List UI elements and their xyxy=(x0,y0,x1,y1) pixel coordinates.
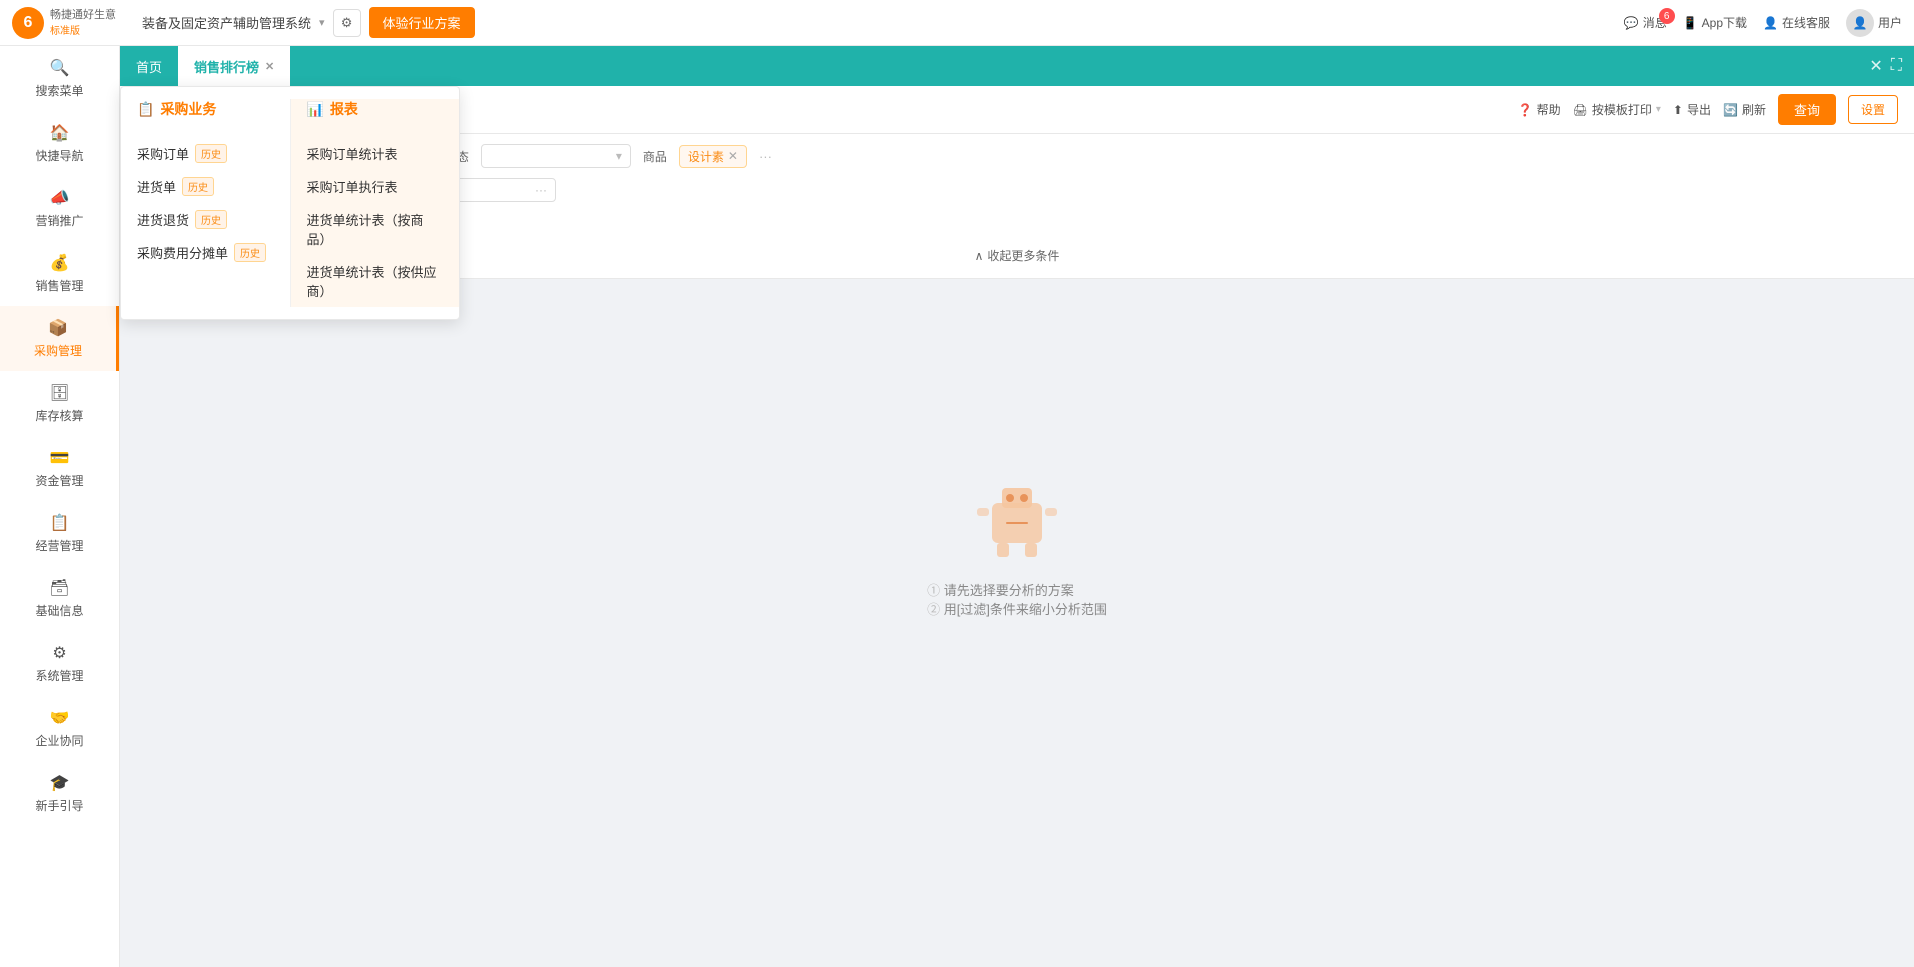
print-btn[interactable]: 🖨 按模板打印 ▾ xyxy=(1573,101,1661,118)
refresh-btn[interactable]: 🔄 刷新 xyxy=(1723,101,1766,118)
tab-maximize-btn[interactable]: ⛶ xyxy=(1891,57,1902,75)
empty-hint-1: ① 请先选择要分析的方案 xyxy=(927,580,1107,599)
dropdown-business-title: 📋 采购业务 xyxy=(137,99,274,125)
sidebar-item-finance[interactable]: 💳 资金管理 xyxy=(0,436,119,501)
logo-text: 畅捷通好生意 xyxy=(50,8,116,22)
finance-icon: 💳 xyxy=(50,448,70,468)
logo-badge: 标准版 xyxy=(50,22,116,37)
voucher-status-select[interactable]: ▾ xyxy=(481,144,631,168)
dropdown-col-report: 📊 报表 采购订单统计表 采购订单执行表 进货单统计表（按商品） 进货单统计表（… xyxy=(291,99,460,307)
money-icon: 💰 xyxy=(50,253,70,273)
industry-btn[interactable]: 体验行业方案 xyxy=(369,7,475,38)
basic-icon: 🗃 xyxy=(49,578,69,598)
sidebar-item-search[interactable]: 🔍 搜索菜单 xyxy=(0,46,119,111)
sidebar-item-basic[interactable]: 🗃 基础信息 xyxy=(0,566,119,631)
dropdown-item-purchase-order[interactable]: 采购订单 历史 xyxy=(137,137,274,170)
collapse-btn[interactable]: ∧ 收起更多条件 xyxy=(963,243,1072,268)
sidebar-item-system[interactable]: ⚙ 系统管理 xyxy=(0,631,119,696)
dropdown-item-purchase-order-exec[interactable]: 采购订单执行表 xyxy=(307,170,444,203)
dropdown-item-expense[interactable]: 采购费用分摊单 历史 xyxy=(137,236,274,269)
avatar-icon: 👤 xyxy=(1853,16,1868,30)
help-btn[interactable]: ❓ 帮助 xyxy=(1518,101,1561,118)
sidebar-item-newbie[interactable]: 🎓 新手引导 xyxy=(0,761,119,826)
goods-tag-close[interactable]: ✕ xyxy=(728,149,738,163)
refresh-icon: 🔄 xyxy=(1723,103,1738,117)
query-btn[interactable]: 查询 xyxy=(1778,94,1836,125)
dropdown-item-purchase-order-stats[interactable]: 采购订单统计表 xyxy=(307,137,444,170)
goods-tag: 设计素 ✕ xyxy=(679,145,747,168)
home-icon: 🏠 xyxy=(50,123,70,143)
system-icon: ⚙ xyxy=(52,643,66,663)
dropdown-item-receipt-stats-supplier[interactable]: 进货单统计表（按供应商） xyxy=(307,255,444,307)
dropdown-report-title: 📊 报表 xyxy=(307,99,444,125)
service-icon: 👤 xyxy=(1763,16,1778,30)
notifications-btn[interactable]: 💬 消息 6 xyxy=(1624,14,1667,31)
logo-icon: 6 xyxy=(12,7,44,39)
purchase-dropdown-menu: 📋 采购业务 采购订单 历史 进货单 历史 进货退货 历史 采购费用分摊单 历史 xyxy=(120,86,460,320)
tab-close-window-btn[interactable]: ✕ xyxy=(1869,56,1882,76)
settings-gear-btn[interactable]: ⚙ xyxy=(333,9,361,37)
sidebar-item-quick[interactable]: 🏠 快捷导航 xyxy=(0,111,119,176)
empty-robot-svg xyxy=(967,468,1067,568)
system-label: 装备及固定资产辅助管理系统 xyxy=(142,13,311,32)
tab-right-btns: ✕ ⛶ xyxy=(1869,56,1914,76)
sidebar-item-sales[interactable]: 💰 销售管理 xyxy=(0,241,119,306)
history-badge-2: 历史 xyxy=(195,210,227,229)
goods-label: 商品 xyxy=(643,148,667,165)
newbie-icon: 🎓 xyxy=(50,773,70,793)
business-icon: 📋 xyxy=(137,101,154,118)
top-bar: 6 畅捷通好生意 标准版 装备及固定资产辅助管理系统 ▾ ⚙ 体验行业方案 💬 … xyxy=(0,0,1914,46)
tab-close-icon[interactable]: ✕ xyxy=(265,60,274,73)
megaphone-icon: 📣 xyxy=(50,188,70,208)
purchase-icon: 📦 xyxy=(48,318,68,338)
tab-bar: 首页 销售排行榜 ✕ ✕ ⛶ xyxy=(120,46,1914,86)
empty-illustration xyxy=(967,468,1067,568)
top-right-area: 💬 消息 6 📱 App下载 👤 在线客服 👤 用户 xyxy=(1624,9,1902,37)
collapse-up-icon: ∧ xyxy=(975,249,984,263)
user-avatar: 👤 xyxy=(1846,9,1874,37)
sidebar-item-operation[interactable]: 📋 经营管理 xyxy=(0,501,119,566)
goods-more-btn[interactable]: ··· xyxy=(759,149,772,164)
system-dropdown-arrow[interactable]: ▾ xyxy=(319,16,325,29)
search-icon: 🔍 xyxy=(50,58,70,78)
export-icon: ⬆ xyxy=(1673,103,1683,117)
dropdown-col-business: 📋 采购业务 采购订单 历史 进货单 历史 进货退货 历史 采购费用分摊单 历史 xyxy=(121,99,290,307)
sidebar-item-marketing[interactable]: 📣 营销推广 xyxy=(0,176,119,241)
phone-icon: 📱 xyxy=(1683,16,1698,30)
history-badge-3: 历史 xyxy=(234,243,266,262)
app-download-btn[interactable]: 📱 App下载 xyxy=(1683,14,1747,31)
logo-area: 6 畅捷通好生意 标准版 xyxy=(12,7,132,39)
help-icon: ❓ xyxy=(1518,103,1533,117)
dropdown-item-receipt[interactable]: 进货单 历史 xyxy=(137,170,274,203)
user-btn[interactable]: 👤 用户 xyxy=(1846,9,1902,37)
dropdown-cols: 📋 采购业务 采购订单 历史 进货单 历史 进货退货 历史 采购费用分摊单 历史 xyxy=(121,99,459,307)
sidebar-item-inventory[interactable]: 🗄 库存核算 xyxy=(0,371,119,436)
sidebar: 🔍 搜索菜单 🏠 快捷导航 📣 营销推广 💰 销售管理 📦 采购管理 🗄 库存核… xyxy=(0,46,120,967)
inventory-icon: 🗄 xyxy=(49,383,69,403)
online-service-btn[interactable]: 👤 在线客服 xyxy=(1763,14,1830,31)
tab-home[interactable]: 首页 xyxy=(120,46,178,86)
dropdown-item-receipt-stats-goods[interactable]: 进货单统计表（按商品） xyxy=(307,203,444,255)
report-icon: 📊 xyxy=(307,101,324,118)
history-badge-1: 历史 xyxy=(182,177,214,196)
message-icon: 💬 xyxy=(1624,16,1639,30)
settings-btn[interactable]: 设置 xyxy=(1848,95,1898,124)
tab-sales-rank[interactable]: 销售排行榜 ✕ xyxy=(178,46,290,86)
operation-icon: 📋 xyxy=(50,513,70,533)
export-btn[interactable]: ⬆ 导出 xyxy=(1673,101,1711,118)
dropdown-item-return[interactable]: 进货退货 历史 xyxy=(137,203,274,236)
staff-ellipsis[interactable]: ··· xyxy=(535,183,547,197)
history-badge-0: 历史 xyxy=(195,144,227,163)
enterprise-icon: 🤝 xyxy=(50,708,70,728)
empty-hints: ① 请先选择要分析的方案 ② 用[过滤]条件来缩小分析范围 xyxy=(927,580,1107,618)
sidebar-item-enterprise[interactable]: 🤝 企业协同 xyxy=(0,696,119,761)
system-name-area: 装备及固定资产辅助管理系统 ▾ ⚙ 体验行业方案 xyxy=(142,7,1614,38)
empty-hint-2: ② 用[过滤]条件来缩小分析范围 xyxy=(927,599,1107,618)
notifications-badge: 6 xyxy=(1659,8,1675,24)
empty-state: ① 请先选择要分析的方案 ② 用[过滤]条件来缩小分析范围 xyxy=(120,279,1914,808)
sidebar-item-purchase[interactable]: 📦 采购管理 xyxy=(0,306,119,371)
print-dropdown-arrow[interactable]: ▾ xyxy=(1656,104,1661,115)
print-icon: 🖨 xyxy=(1573,103,1588,117)
voucher-status-dropdown-arrow: ▾ xyxy=(616,149,622,163)
